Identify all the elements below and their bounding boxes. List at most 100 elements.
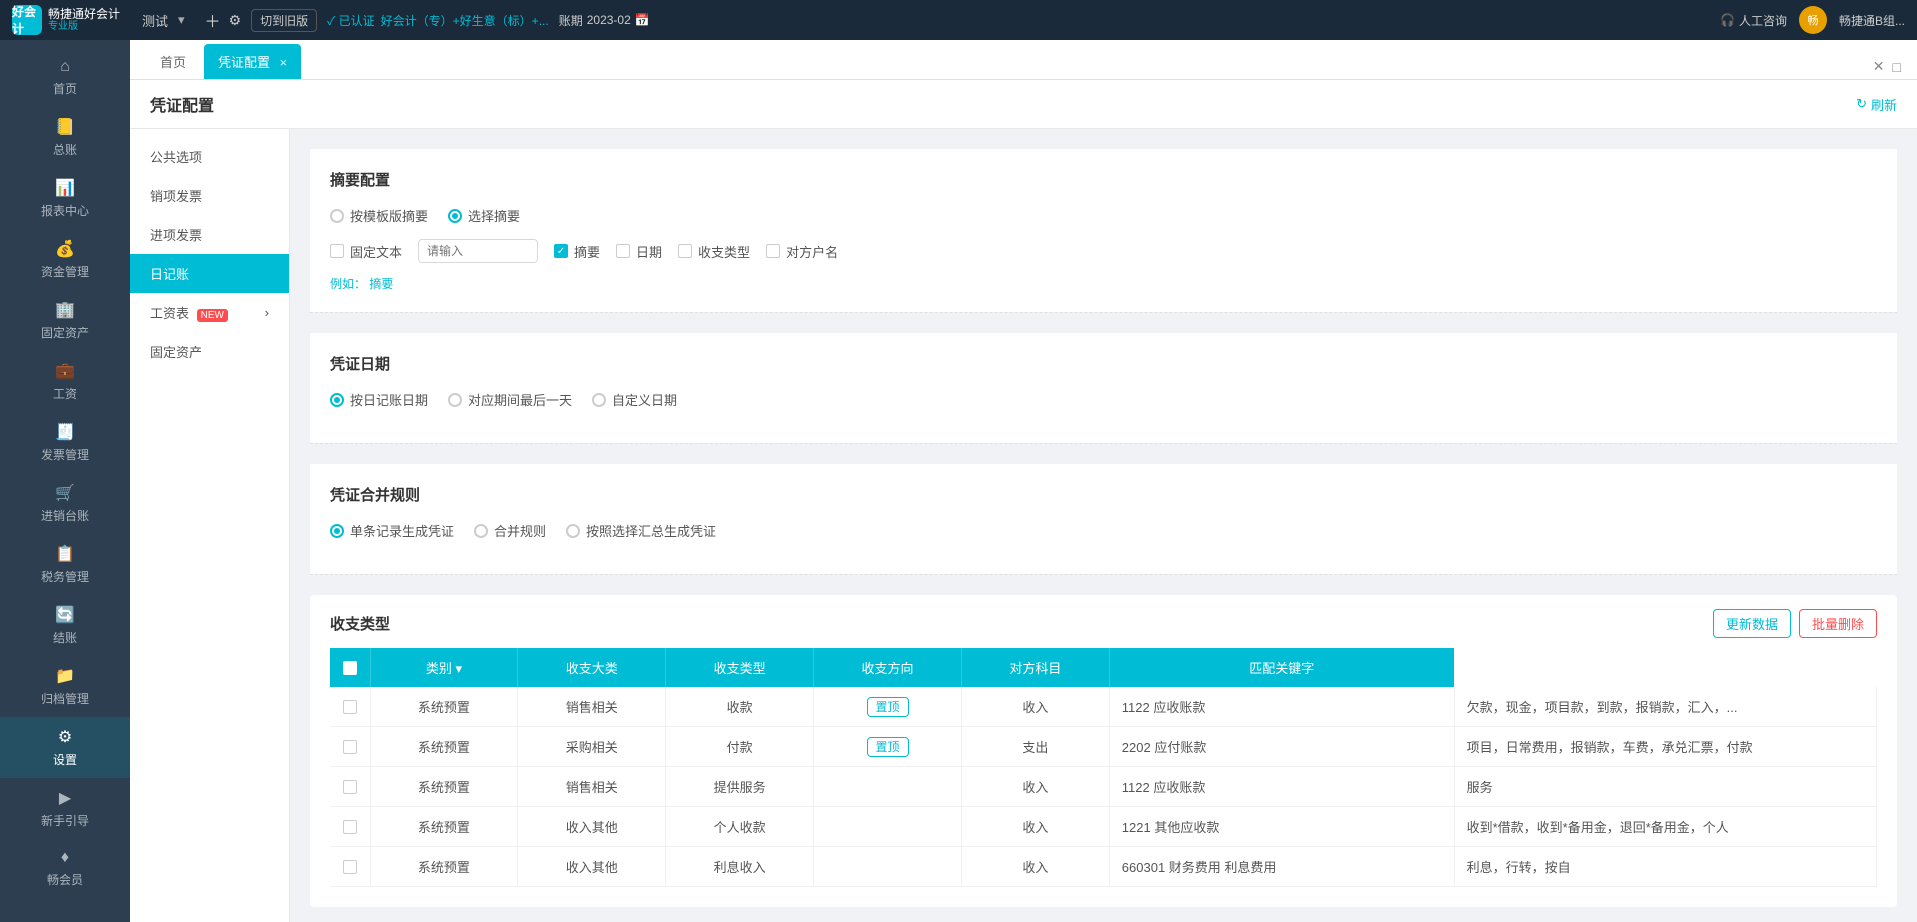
leftnav-item-journal[interactable]: 日记账 <box>130 254 289 293</box>
col-income-type: 收支类型 <box>666 648 814 687</box>
table-row: 系统预置 收入其他 利息收入 收入 660301 财务费用 利息费用 利息，行转… <box>330 847 1877 887</box>
calendar-icon[interactable]: 📅 <box>635 13 650 27</box>
row4-direction: 收入 <box>961 807 1109 847</box>
row3-checkbox[interactable] <box>330 767 370 807</box>
sidebar-item-settle[interactable]: 🔄 结账 <box>0 595 130 656</box>
ledger-icon: 📒 <box>55 117 75 137</box>
row5-category: 系统预置 <box>370 847 518 887</box>
sidebar-item-salary[interactable]: 💼 工资 <box>0 351 130 412</box>
update-data-button[interactable]: 更新数据 <box>1713 609 1791 638</box>
income-section-title: 收支类型 <box>330 613 390 634</box>
sidebar-item-tax[interactable]: 📋 税务管理 <box>0 534 130 595</box>
summary-checkbox[interactable]: ✓ 摘要 <box>554 242 600 261</box>
row2-checkbox[interactable] <box>330 727 370 767</box>
purchase-icon: 🛒 <box>55 483 75 503</box>
col-subject: 对方科目 <box>961 648 1109 687</box>
pin-top-button-2[interactable]: 置顶 <box>867 737 909 757</box>
sidebar-item-guide[interactable]: ▶ 新手引导 <box>0 778 130 839</box>
col-category: 类别 ▾ <box>370 648 518 687</box>
radio-custom-circle <box>592 393 606 407</box>
merge-radio-merge[interactable]: 合并规则 <box>474 521 546 540</box>
layout: ⌂ 首页 📒 总账 📊 报表中心 💰 资金管理 🏢 固定资产 💼 工资 🧾 发票… <box>0 40 1917 922</box>
sidebar-item-capital[interactable]: 💰 资金管理 <box>0 229 130 290</box>
sidebar-item-purchase[interactable]: 🛒 进销台账 <box>0 473 130 534</box>
switch-version-button[interactable]: 切到旧版 <box>251 9 317 32</box>
row1-checkbox[interactable] <box>330 687 370 727</box>
home-icon: ⌂ <box>60 58 70 76</box>
pin-top-button[interactable]: 置顶 <box>867 697 909 717</box>
period-tag: 账期 2023-02 📅 <box>559 12 650 29</box>
tab-voucher-config[interactable]: 凭证配置 × <box>204 44 301 79</box>
leftnav-item-sales[interactable]: 销项发票 <box>130 176 289 215</box>
date-radio-custom[interactable]: 自定义日期 <box>592 390 677 409</box>
leftnav-item-purchase[interactable]: 进项发票 <box>130 215 289 254</box>
main-content: 首页 凭证配置 × ✕ □ 凭证配置 ↻ 刷新 公共选项 <box>130 40 1917 922</box>
customer-service-button[interactable]: 🎧 人工咨询 <box>1720 12 1787 29</box>
tab-window-actions: ✕ □ <box>1873 58 1901 79</box>
leftnav-item-public[interactable]: 公共选项 <box>130 137 289 176</box>
merge-radio-selected[interactable]: 按照选择汇总生成凭证 <box>566 521 716 540</box>
sidebar-item-ledger[interactable]: 📒 总账 <box>0 107 130 168</box>
fixed-text-checkbox[interactable]: 固定文本 <box>330 242 402 261</box>
summary-radio-select[interactable]: 选择摘要 <box>448 206 520 225</box>
summary-radio-group: 按模板版摘要 选择摘要 <box>330 206 1877 225</box>
col-major-type: 收支大类 <box>518 648 666 687</box>
salary-icon: 💼 <box>55 361 75 381</box>
sidebar-item-home[interactable]: ⌂ 首页 <box>0 48 130 107</box>
date-radio-period-last[interactable]: 对应期间最后一天 <box>448 390 572 409</box>
tab-home[interactable]: 首页 <box>146 44 200 79</box>
col-checkbox: ✓ <box>330 648 370 687</box>
settle-icon: 🔄 <box>55 605 75 625</box>
dropdown-arrow-icon[interactable]: ▾ <box>178 12 185 28</box>
type-checkbox[interactable]: 收支类型 <box>678 242 750 261</box>
add-button[interactable]: ＋ <box>205 8 221 32</box>
row2-keywords: 项目，日常费用，报销款，车费，承兑汇票，付款 <box>1454 727 1876 767</box>
sidebar-item-report[interactable]: 📊 报表中心 <box>0 168 130 229</box>
date-radio-journal[interactable]: 按日记账日期 <box>330 390 428 409</box>
sidebar-item-settings[interactable]: ⚙ 设置 <box>0 717 130 778</box>
tab-bar: 首页 凭证配置 × ✕ □ <box>130 40 1917 80</box>
refresh-button[interactable]: ↻ 刷新 <box>1856 95 1897 114</box>
row2-category: 系统预置 <box>370 727 518 767</box>
refresh-icon: ↻ <box>1856 96 1867 112</box>
row5-checkbox[interactable] <box>330 847 370 887</box>
sidebar-item-assets[interactable]: 🏢 固定资产 <box>0 290 130 351</box>
type-checkbox-box <box>678 244 692 258</box>
row4-type-tag <box>814 807 962 847</box>
col-direction: 收支方向 <box>814 648 962 687</box>
date-checkbox[interactable]: 日期 <box>616 242 662 261</box>
row1-type-tag: 置顶 <box>814 687 962 727</box>
maximize-window-button[interactable]: □ <box>1893 59 1901 75</box>
content-area: 公共选项 销项发票 进项发票 日记账 工资表 NEW › <box>130 129 1917 922</box>
sidebar-item-archive[interactable]: 📁 归档管理 <box>0 656 130 717</box>
income-section: 收支类型 更新数据 批量删除 ✓ 类别 ▾ <box>310 595 1897 907</box>
table-row: 系统预置 采购相关 付款 置顶 支出 2202 应付账款 项目，日常费用，报销款… <box>330 727 1877 767</box>
select-all-checkbox[interactable]: ✓ <box>343 661 357 675</box>
summary-radio-template[interactable]: 按模板版摘要 <box>330 206 428 225</box>
col-keywords: 匹配关键字 <box>1109 648 1454 687</box>
date-section: 凭证日期 按日记账日期 对应期间最后一天 自定义日期 <box>310 333 1897 443</box>
leftnav-item-fixed-asset[interactable]: 固定资产 <box>130 332 289 371</box>
tab-close-button[interactable]: × <box>280 55 288 70</box>
row5-type-tag <box>814 847 962 887</box>
row1-category: 系统预置 <box>370 687 518 727</box>
row3-type-tag <box>814 767 962 807</box>
merge-radio-single[interactable]: 单条记录生成凭证 <box>330 521 454 540</box>
row4-checkbox[interactable] <box>330 807 370 847</box>
settings-icon[interactable]: ⚙ <box>229 12 242 29</box>
top-nav-right: 🎧 人工咨询 畅 畅捷通B组... <box>1720 6 1905 34</box>
row4-subject: 1221 其他应收款 <box>1109 807 1454 847</box>
assets-icon: 🏢 <box>55 300 75 320</box>
fixed-text-input[interactable] <box>418 239 538 263</box>
page-title: 凭证配置 <box>150 92 214 116</box>
radio-select-circle <box>448 209 462 223</box>
sidebar-item-invoice[interactable]: 🧾 发票管理 <box>0 412 130 473</box>
close-window-button[interactable]: ✕ <box>1873 58 1885 75</box>
sidebar-item-member[interactable]: ♦ 畅会员 <box>0 839 130 898</box>
row1-keywords: 欠款，现金，项目款，到款，报销款，汇入，... <box>1454 687 1876 727</box>
counterparty-checkbox[interactable]: 对方户名 <box>766 242 838 261</box>
user-name: 畅捷通B组... <box>1839 12 1905 29</box>
leftnav-item-payroll[interactable]: 工资表 NEW › <box>130 293 289 332</box>
row2-major-type: 采购相关 <box>518 727 666 767</box>
batch-delete-button[interactable]: 批量删除 <box>1799 609 1877 638</box>
